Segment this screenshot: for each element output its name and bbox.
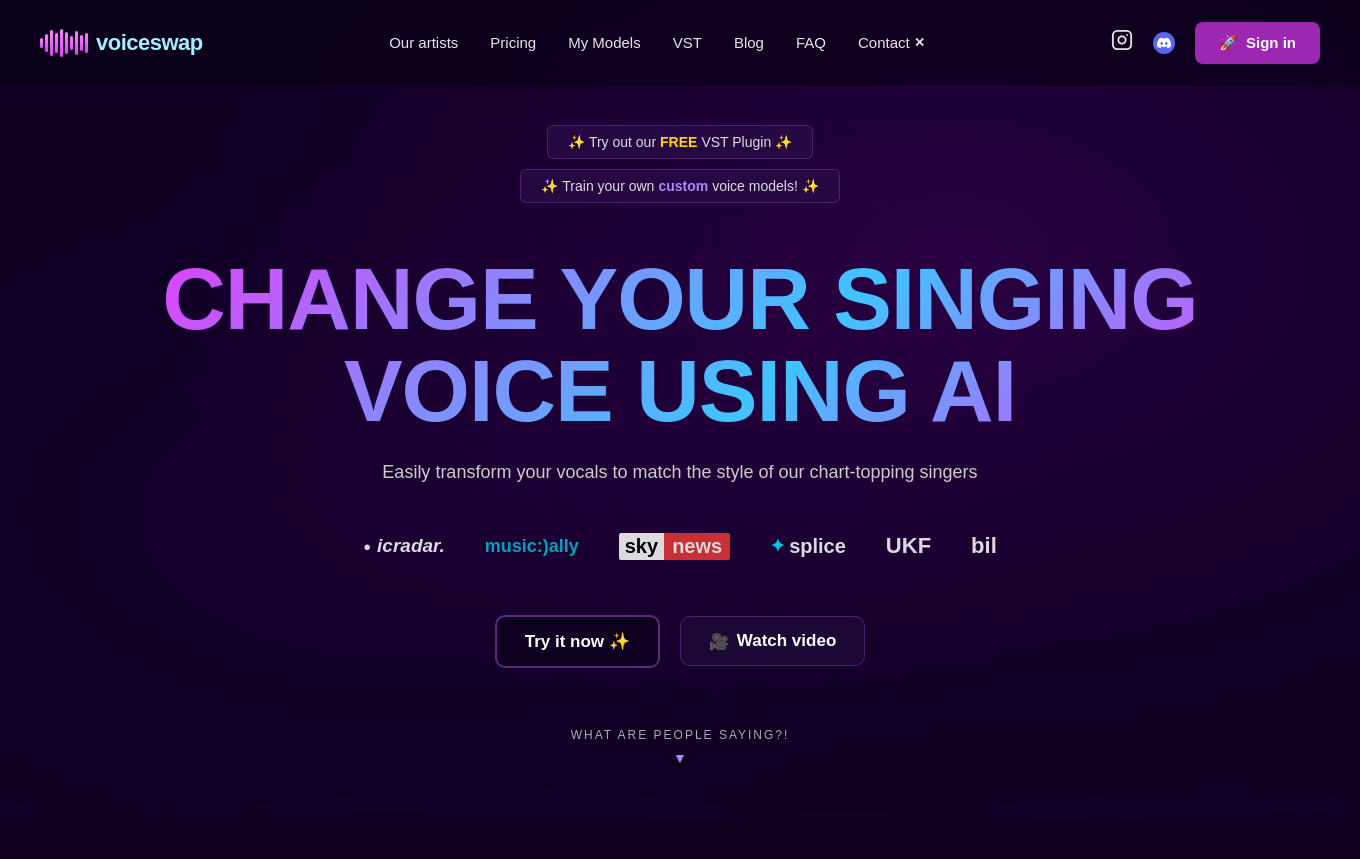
press-logo-musicaly: music:)ally <box>485 536 579 557</box>
svg-rect-0 <box>1113 31 1131 49</box>
what-saying-label: WHAT ARE PEOPLE SAYING?! <box>571 728 790 742</box>
nav-link-vst[interactable]: VST <box>673 34 702 51</box>
press-logo-ukf: UKF <box>886 533 931 559</box>
logo-waveform <box>40 28 88 58</box>
nav-link-artists[interactable]: Our artists <box>389 34 458 51</box>
x-social-icon: ✕ <box>914 35 925 50</box>
banner-custom[interactable]: ✨ Train your own custom voice models! ✨ <box>520 169 839 203</box>
hero-section: ✨ Try out our FREE VST Plugin ✨ ✨ Train … <box>0 85 1360 859</box>
signin-button[interactable]: 🚀 Sign in <box>1195 22 1320 64</box>
try-now-button[interactable]: Try it now ✨ <box>495 615 660 668</box>
instagram-icon[interactable] <box>1111 29 1133 56</box>
nav-link-faq[interactable]: FAQ <box>796 34 826 51</box>
cta-buttons: Try it now ✨ 🎥 Watch video <box>495 615 866 668</box>
video-camera-icon: 🎥 <box>709 632 729 651</box>
scroll-arrow: ▼ <box>571 750 790 766</box>
navbar: voiceswap Our artists Pricing My Models … <box>0 0 1360 85</box>
bottom-section: WHAT ARE PEOPLE SAYING?! ▼ <box>571 728 790 786</box>
press-logo-skynews: skynews <box>619 533 730 560</box>
hero-subtitle: Easily transform your vocals to match th… <box>382 462 977 483</box>
signin-icon: 🚀 <box>1219 34 1238 52</box>
logo-text: voiceswap <box>96 30 203 56</box>
announcements: ✨ Try out our FREE VST Plugin ✨ ✨ Train … <box>520 125 839 203</box>
nav-links: Our artists Pricing My Models VST Blog F… <box>389 34 925 52</box>
hero-title: CHANGE YOUR SINGING VOICE USING AI <box>142 253 1218 438</box>
nav-link-pricing[interactable]: Pricing <box>490 34 536 51</box>
banner-vst[interactable]: ✨ Try out our FREE VST Plugin ✨ <box>547 125 813 159</box>
watch-video-button[interactable]: 🎥 Watch video <box>680 616 866 666</box>
discord-icon[interactable] <box>1153 32 1175 54</box>
logo[interactable]: voiceswap <box>40 28 203 58</box>
svg-point-1 <box>1118 36 1125 43</box>
press-logos: ●icradar. music:)ally skynews ✦ splice U… <box>363 533 997 560</box>
press-logo-bil: bil <box>971 533 997 559</box>
press-logo-splice: ✦ splice <box>770 535 846 558</box>
nav-right: 🚀 Sign in <box>1111 22 1320 64</box>
nav-link-contact[interactable]: Contact ✕ <box>858 34 925 51</box>
svg-point-2 <box>1126 34 1128 36</box>
nav-link-mymodels[interactable]: My Models <box>568 34 641 51</box>
nav-link-blog[interactable]: Blog <box>734 34 764 51</box>
press-logo-icradar: ●icradar. <box>363 535 444 557</box>
